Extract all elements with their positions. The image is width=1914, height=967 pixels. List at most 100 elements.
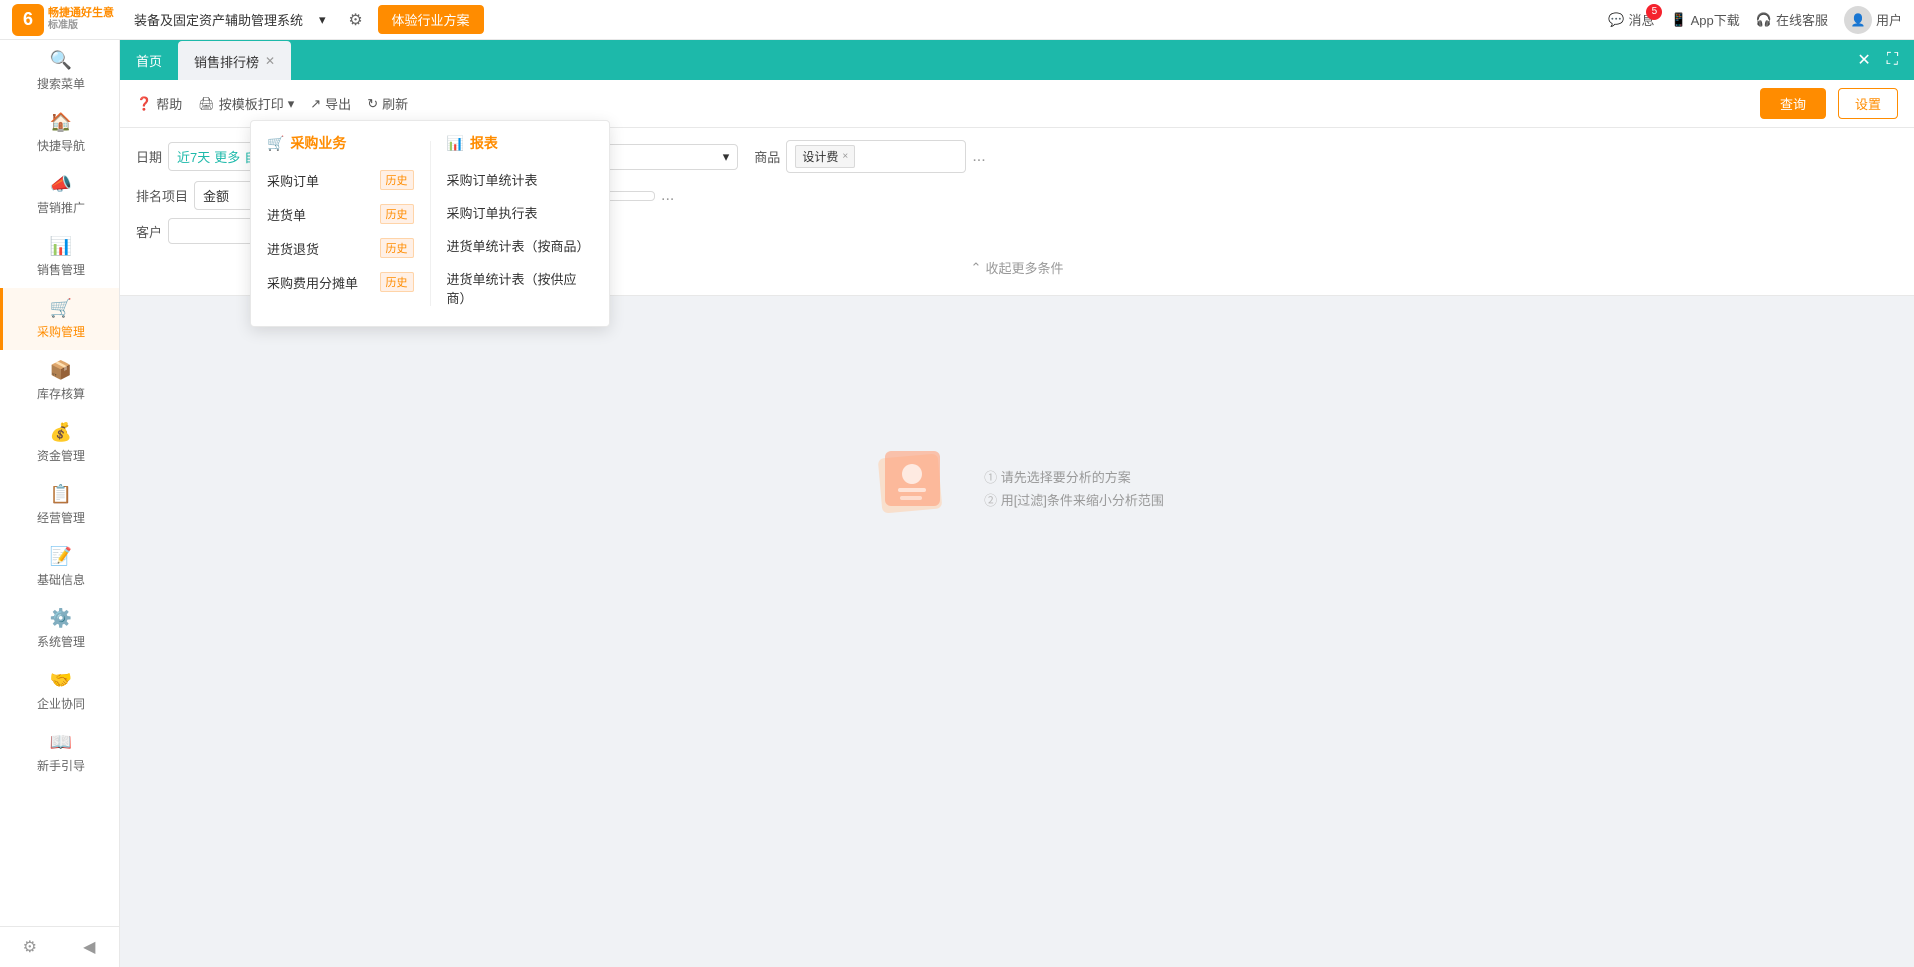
top-bar-right: 💬 消息 5 📱 App下载 🎧 在线客服 👤 用户 [1608, 6, 1902, 34]
settings-bottom-button[interactable]: ⚙ [0, 927, 60, 967]
goods-tag-close[interactable]: × [842, 151, 848, 162]
main-area: 🔍 搜索菜单 🏠 快捷导航 📣 营销推广 📊 销售管理 🛒 采购管理 📦 [0, 40, 1914, 967]
tab-bar-actions: ✕ ⛶ [1849, 40, 1914, 80]
menu-item-order-stats[interactable]: 采购订单统计表 [443, 163, 598, 196]
sidebar-item-guide[interactable]: 📖 新手引导 [0, 722, 119, 784]
refresh-button[interactable]: ↻ 刷新 [367, 94, 408, 113]
menu-item-incoming-stats-supplier[interactable]: 进货单统计表（按供应商） [443, 262, 598, 314]
help-button[interactable]: ❓ 帮助 [136, 94, 182, 113]
help-label: 帮助 [156, 94, 182, 113]
logo-tag: 标准版 [48, 20, 114, 32]
menu-item-label-incoming-stats-supplier: 进货单统计表（按供应商） [447, 269, 594, 307]
rank-item-value: 金额 [203, 186, 229, 205]
sidebar-item-search[interactable]: 🔍 搜索菜单 [0, 40, 119, 102]
sidebar: 🔍 搜索菜单 🏠 快捷导航 📣 营销推广 📊 销售管理 🛒 采购管理 📦 [0, 40, 120, 967]
more-link[interactable]: 更多 [214, 147, 240, 166]
customer-label: 客户 [136, 222, 162, 241]
sidebar-item-base-info[interactable]: 📝 基础信息 [0, 536, 119, 598]
industry-button[interactable]: 体验行业方案 [378, 5, 484, 34]
sidebar-item-sales[interactable]: 📊 销售管理 [0, 226, 119, 288]
sidebar-label-quick-nav: 快捷导航 [37, 137, 85, 154]
guide-icon: 📖 [50, 732, 72, 753]
logo-icon: 6 [12, 4, 44, 36]
reports-section-title: 报表 [470, 133, 498, 153]
user-button[interactable]: 👤 用户 [1844, 6, 1902, 34]
user-label: 用户 [1876, 10, 1902, 29]
menu-item-incoming-stats-goods[interactable]: 进货单统计表（按商品） [443, 229, 598, 262]
goods-select[interactable]: 设计费 × [786, 140, 966, 173]
sidebar-item-quick-nav[interactable]: 🏠 快捷导航 [0, 102, 119, 164]
sidebar-item-operations[interactable]: 📋 经营管理 [0, 474, 119, 536]
collapse-sidebar-button[interactable]: ◀ [60, 927, 120, 967]
menu-item-tag-return: 历史 [380, 238, 414, 258]
top-bar: 6 畅捷通好生意 标准版 装备及固定资产辅助管理系统 ▾ ⚙ 体验行业方案 💬 … [0, 0, 1914, 40]
sidebar-item-finance[interactable]: 💰 资金管理 [0, 412, 119, 474]
menu-item-purchase-order[interactable]: 采购订单 历史 [263, 163, 418, 197]
tab-home[interactable]: 首页 [120, 40, 178, 80]
menu-item-cost-alloc[interactable]: 采购费用分摊单 历史 [263, 265, 418, 299]
export-label: 导出 [325, 94, 351, 113]
empty-hint-2: 用[过滤]条件来缩小分析范围 [984, 489, 1164, 512]
goods-dots-button[interactable]: ... [972, 148, 985, 166]
empty-hint-1: 请先选择要分析的方案 [984, 466, 1164, 489]
empty-state-content: 请先选择要分析的方案 用[过滤]条件来缩小分析范围 [870, 436, 1164, 526]
sidebar-label-base-info: 基础信息 [37, 571, 85, 588]
tab-close-button[interactable]: ✕ [1849, 40, 1878, 80]
export-button[interactable]: ↗ 导出 [310, 94, 351, 113]
sidebar-item-marketing[interactable]: 📣 营销推广 [0, 164, 119, 226]
message-badge: 5 [1646, 4, 1662, 20]
menu-item-label-order-exec: 采购订单执行表 [447, 203, 538, 222]
empty-hints: 请先选择要分析的方案 用[过滤]条件来缩小分析范围 [984, 466, 1164, 513]
purchase-icon: 🛒 [50, 298, 72, 319]
search-icon: 🔍 [50, 50, 72, 71]
online-service-button[interactable]: 🎧 在线客服 [1756, 10, 1828, 29]
sidebar-label-purchase: 采购管理 [37, 323, 85, 340]
sidebar-label-guide: 新手引导 [37, 757, 85, 774]
menu-section-reports: 📊 报表 采购订单统计表 采购订单执行表 进货单统计表（按商品） [431, 133, 610, 314]
menu-item-tag-purchase-order: 历史 [380, 170, 414, 190]
operations-icon: 📋 [50, 484, 72, 505]
menu-item-label-order-stats: 采购订单统计表 [447, 170, 538, 189]
goods-tag-text: 设计费 [802, 148, 838, 165]
salesman-dots-button[interactable]: ... [661, 187, 674, 205]
goods-label: 商品 [754, 147, 780, 166]
tab-home-label: 首页 [136, 51, 162, 70]
collapse-label: 收起更多条件 [985, 258, 1063, 277]
reports-menu-icon: 📊 [447, 135, 464, 152]
sidebar-item-purchase[interactable]: 🛒 采购管理 [0, 288, 119, 350]
menu-item-return[interactable]: 进货退货 历史 [263, 231, 418, 265]
tab-sales-rank[interactable]: 销售排行榜 ✕ [178, 41, 291, 81]
menu-item-label-purchase-order: 采购订单 [267, 171, 319, 190]
goods-tag: 设计费 × [795, 145, 855, 168]
purchase-menu-icon: 🛒 [267, 135, 284, 152]
days7-link[interactable]: 近7天 [177, 147, 210, 166]
online-service-label: 在线客服 [1776, 10, 1828, 29]
menu-item-order-exec[interactable]: 采购订单执行表 [443, 196, 598, 229]
inventory-icon: 📦 [50, 360, 72, 381]
toolbar-right: 查询 设置 [1760, 88, 1898, 119]
menu-section-purchase-title: 🛒 采购业务 [263, 133, 418, 153]
dropdown-arrow[interactable]: ▾ [311, 8, 334, 32]
sidebar-item-inventory[interactable]: 📦 库存核算 [0, 350, 119, 412]
sidebar-label-sales: 销售管理 [37, 261, 85, 278]
app-download-button[interactable]: 📱 App下载 [1670, 10, 1739, 29]
query-button[interactable]: 查询 [1760, 88, 1826, 119]
gear-button[interactable]: ⚙ [342, 6, 370, 34]
logo-subtext: 畅捷通好生意 [48, 7, 114, 20]
message-button[interactable]: 💬 消息 5 [1608, 10, 1654, 29]
sidebar-label-inventory: 库存核算 [37, 385, 85, 402]
sidebar-item-cooperation[interactable]: 🤝 企业协同 [0, 660, 119, 722]
tab-close-icon[interactable]: ✕ [265, 54, 275, 68]
refresh-label: 刷新 [382, 94, 408, 113]
setting-button[interactable]: 设置 [1838, 88, 1898, 119]
goods-filter: 商品 设计费 × ... [754, 140, 985, 173]
sidebar-item-system[interactable]: ⚙️ 系统管理 [0, 598, 119, 660]
message-icon: 💬 [1608, 12, 1624, 28]
sidebar-label-marketing: 营销推广 [37, 199, 85, 216]
export-icon: ↗ [310, 96, 321, 112]
empty-state-image [870, 436, 960, 526]
menu-item-label-return: 进货退货 [267, 239, 319, 258]
tab-fullscreen-button[interactable]: ⛶ [1879, 40, 1906, 80]
print-button[interactable]: 🖨 按模板打印 ▾ [198, 94, 294, 113]
menu-item-incoming[interactable]: 进货单 历史 [263, 197, 418, 231]
